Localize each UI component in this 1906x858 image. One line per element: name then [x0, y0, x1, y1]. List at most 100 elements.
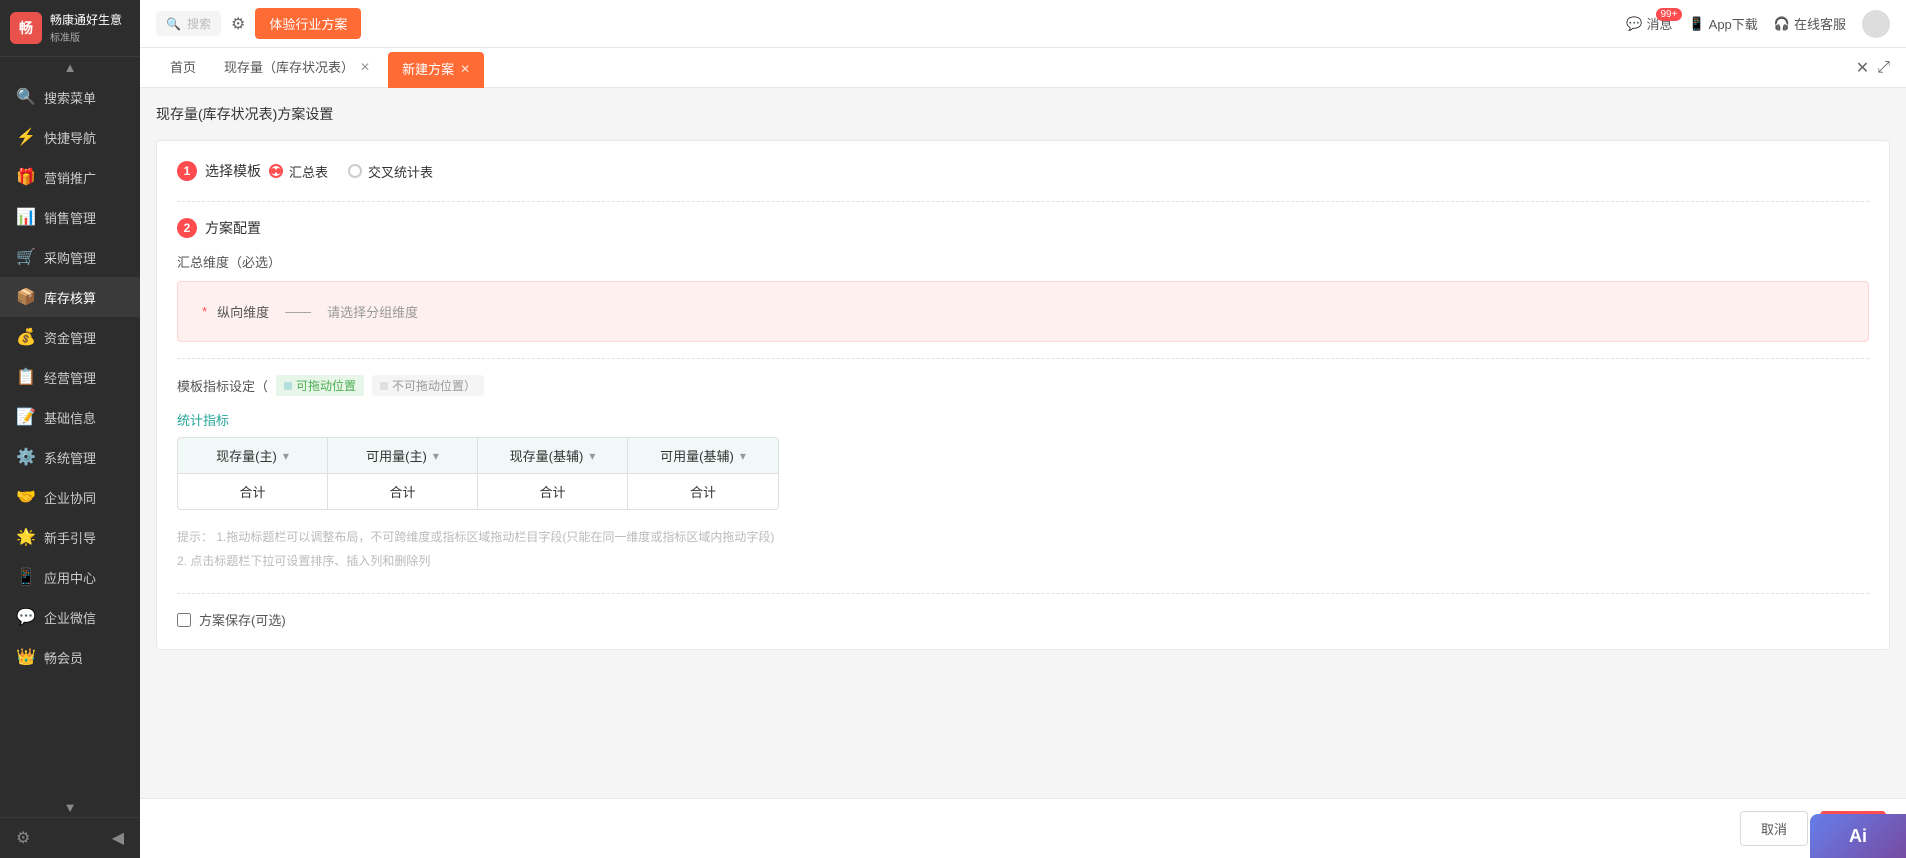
stats-header-0[interactable]: 现存量(主) ▾ [178, 438, 328, 473]
message-icon: 💬 [1626, 16, 1642, 32]
cancel-button[interactable]: 取消 [1740, 811, 1808, 846]
sidebar-item-inventory[interactable]: 📦 库存核算 [0, 277, 140, 317]
sidebar-item-label: 应用中心 [44, 568, 96, 587]
radio-summary[interactable]: 汇总表 [269, 162, 328, 181]
ai-button[interactable]: Ai [1810, 814, 1906, 858]
sidebar-bottom: ⚙ ◀ [0, 817, 140, 858]
sidebar-scroll-up[interactable]: ▲ [0, 57, 140, 77]
stats-header-2[interactable]: 现存量(基辅) ▾ [478, 438, 628, 473]
sidebar-item-finance[interactable]: 💰 资金管理 [0, 317, 140, 357]
app-name: 畅康通好生意 [50, 12, 122, 29]
business-icon: 📋 [16, 367, 36, 387]
step2-title: 方案配置 [205, 218, 261, 238]
sidebar-item-label: 基础信息 [44, 408, 96, 427]
stats-section: 统计指标 现存量(主) ▾ 可用量(主) ▾ [177, 410, 1869, 513]
stats-header-1[interactable]: 可用量(主) ▾ [328, 438, 478, 473]
sidebar-item-app-center[interactable]: 📱 应用中心 [0, 557, 140, 597]
sidebar-item-label: 销售管理 [44, 208, 96, 227]
sidebar-item-label: 营销推广 [44, 168, 96, 187]
app-edition: 标准版 [50, 29, 122, 44]
draggable-dot [284, 382, 292, 390]
non-draggable-dot [380, 382, 388, 390]
topbar-settings-icon[interactable]: ⚙ [231, 14, 245, 34]
trial-industry-button[interactable]: 体验行业方案 [255, 8, 361, 39]
step2-badge: 2 [177, 218, 197, 238]
dropdown-arrow-2[interactable]: ▾ [589, 449, 595, 463]
sidebar-item-system[interactable]: ⚙️ 系统管理 [0, 437, 140, 477]
tab-inventory-status-label: 现存量（库存状况表） [224, 57, 354, 76]
sidebar-item-new-guide[interactable]: 🌟 新手引导 [0, 517, 140, 557]
radio-cross-dot [348, 164, 362, 178]
app-download-label: App下载 [1709, 14, 1758, 33]
message-button[interactable]: 💬 消息 99+ [1626, 14, 1672, 33]
sidebar-item-purchase[interactable]: 🛒 采购管理 [0, 237, 140, 277]
save-option: 方案保存(可选) [177, 610, 1869, 629]
dropdown-arrow-3[interactable]: ▾ [740, 449, 746, 463]
enterprise-coop-icon: 🤝 [16, 487, 36, 507]
stats-data-row: 合计 合计 合计 合计 [178, 473, 778, 509]
sidebar-item-sales[interactable]: 📊 销售管理 [0, 197, 140, 237]
sidebar-nav: 🔍 搜索菜单 ⚡ 快捷导航 🎁 营销推广 📊 销售管理 🛒 采购管理 📦 库存核… [0, 77, 140, 797]
dropdown-arrow-0[interactable]: ▾ [283, 449, 289, 463]
tab-inventory-status-close[interactable]: ✕ [360, 60, 370, 74]
dropdown-arrow-1[interactable]: ▾ [433, 449, 439, 463]
window-close-btn[interactable]: ✕ [1856, 58, 1869, 78]
stats-header-label-3: 可用量(基辅) [660, 446, 734, 465]
logo-icon: 畅 [10, 12, 42, 44]
tab-new-scheme[interactable]: 新建方案 ✕ [388, 52, 484, 88]
search-menu-icon: 🔍 [16, 87, 36, 107]
save-option-label: 方案保存(可选) [199, 610, 286, 629]
divider-1 [177, 201, 1869, 202]
tab-home[interactable]: 首页 [156, 48, 210, 88]
app-logo: 畅 畅康通好生意 标准版 [0, 0, 140, 57]
dim-name: 纵向维度 [217, 302, 269, 321]
stats-header-label-2: 现存量(基辅) [510, 446, 584, 465]
sidebar-scroll-down[interactable]: ▼ [0, 797, 140, 817]
sidebar-item-basic-info[interactable]: 📝 基础信息 [0, 397, 140, 437]
sidebar-item-quick-nav[interactable]: ⚡ 快捷导航 [0, 117, 140, 157]
stats-header-3[interactable]: 可用量(基辅) ▾ [628, 438, 778, 473]
sidebar-item-enterprise-wechat[interactable]: 💬 企业微信 [0, 597, 140, 637]
stats-data-1: 合计 [328, 474, 478, 509]
radio-summary-dot [269, 164, 283, 178]
sidebar-item-vip[interactable]: 👑 畅会员 [0, 637, 140, 677]
stats-data-2: 合计 [478, 474, 628, 509]
sidebar-item-label: 搜索菜单 [44, 88, 96, 107]
stats-data-label-2: 合计 [539, 482, 565, 501]
stats-data-0: 合计 [178, 474, 328, 509]
radio-cross[interactable]: 交叉统计表 [348, 162, 433, 181]
template-options: 汇总表 交叉统计表 [269, 162, 433, 181]
sidebar-item-label: 企业协同 [44, 488, 96, 507]
settings-card: 1 选择模板 汇总表 交叉统计表 [156, 140, 1890, 650]
topbar-right: 💬 消息 99+ 📱 App下载 🎧 在线客服 [1626, 10, 1890, 38]
step2-section: 2 方案配置 汇总维度（必选） * 纵向维度 —— 请选择分组维度 [177, 218, 1869, 573]
settings-icon[interactable]: ⚙ [16, 828, 30, 848]
sidebar-item-business[interactable]: 📋 经营管理 [0, 357, 140, 397]
volume-icon[interactable]: ◀ [112, 828, 124, 848]
sales-icon: 📊 [16, 207, 36, 227]
stats-table: 现存量(主) ▾ 可用量(主) ▾ 现存量(基辅) ▾ [177, 437, 779, 510]
window-expand-btn[interactable]: ⤢ [1877, 59, 1890, 77]
sidebar-item-marketing[interactable]: 🎁 营销推广 [0, 157, 140, 197]
save-checkbox[interactable] [177, 613, 191, 627]
vertical-dim-box[interactable]: * 纵向维度 —— 请选择分组维度 [177, 281, 1869, 342]
inventory-icon: 📦 [16, 287, 36, 307]
tab-inventory-status[interactable]: 现存量（库存状况表） ✕ [210, 48, 384, 88]
search-box[interactable]: 🔍 搜索 [156, 11, 221, 36]
marketing-icon: 🎁 [16, 167, 36, 187]
indicator-settings-label: 模板指标设定（ [177, 376, 268, 395]
sidebar-item-label: 库存核算 [44, 288, 96, 307]
sidebar-item-enterprise-coop[interactable]: 🤝 企业协同 [0, 477, 140, 517]
tab-new-scheme-close[interactable]: ✕ [460, 62, 470, 76]
tab-home-label: 首页 [170, 57, 196, 76]
radio-cross-label: 交叉统计表 [368, 162, 433, 181]
sidebar-item-search-menu[interactable]: 🔍 搜索菜单 [0, 77, 140, 117]
service-label: 在线客服 [1794, 14, 1846, 33]
user-menu[interactable] [1862, 10, 1890, 38]
summary-dim-label: 汇总维度（必选） [177, 252, 1869, 271]
sidebar-item-label: 畅会员 [44, 648, 83, 667]
indicator-settings: 模板指标设定（ 可拖动位置 不可拖动位置） [177, 375, 1869, 396]
app-download-button[interactable]: 📱 App下载 [1688, 14, 1757, 33]
online-service-button[interactable]: 🎧 在线客服 [1774, 14, 1846, 33]
step1-header: 1 选择模板 汇总表 交叉统计表 [177, 161, 1869, 181]
